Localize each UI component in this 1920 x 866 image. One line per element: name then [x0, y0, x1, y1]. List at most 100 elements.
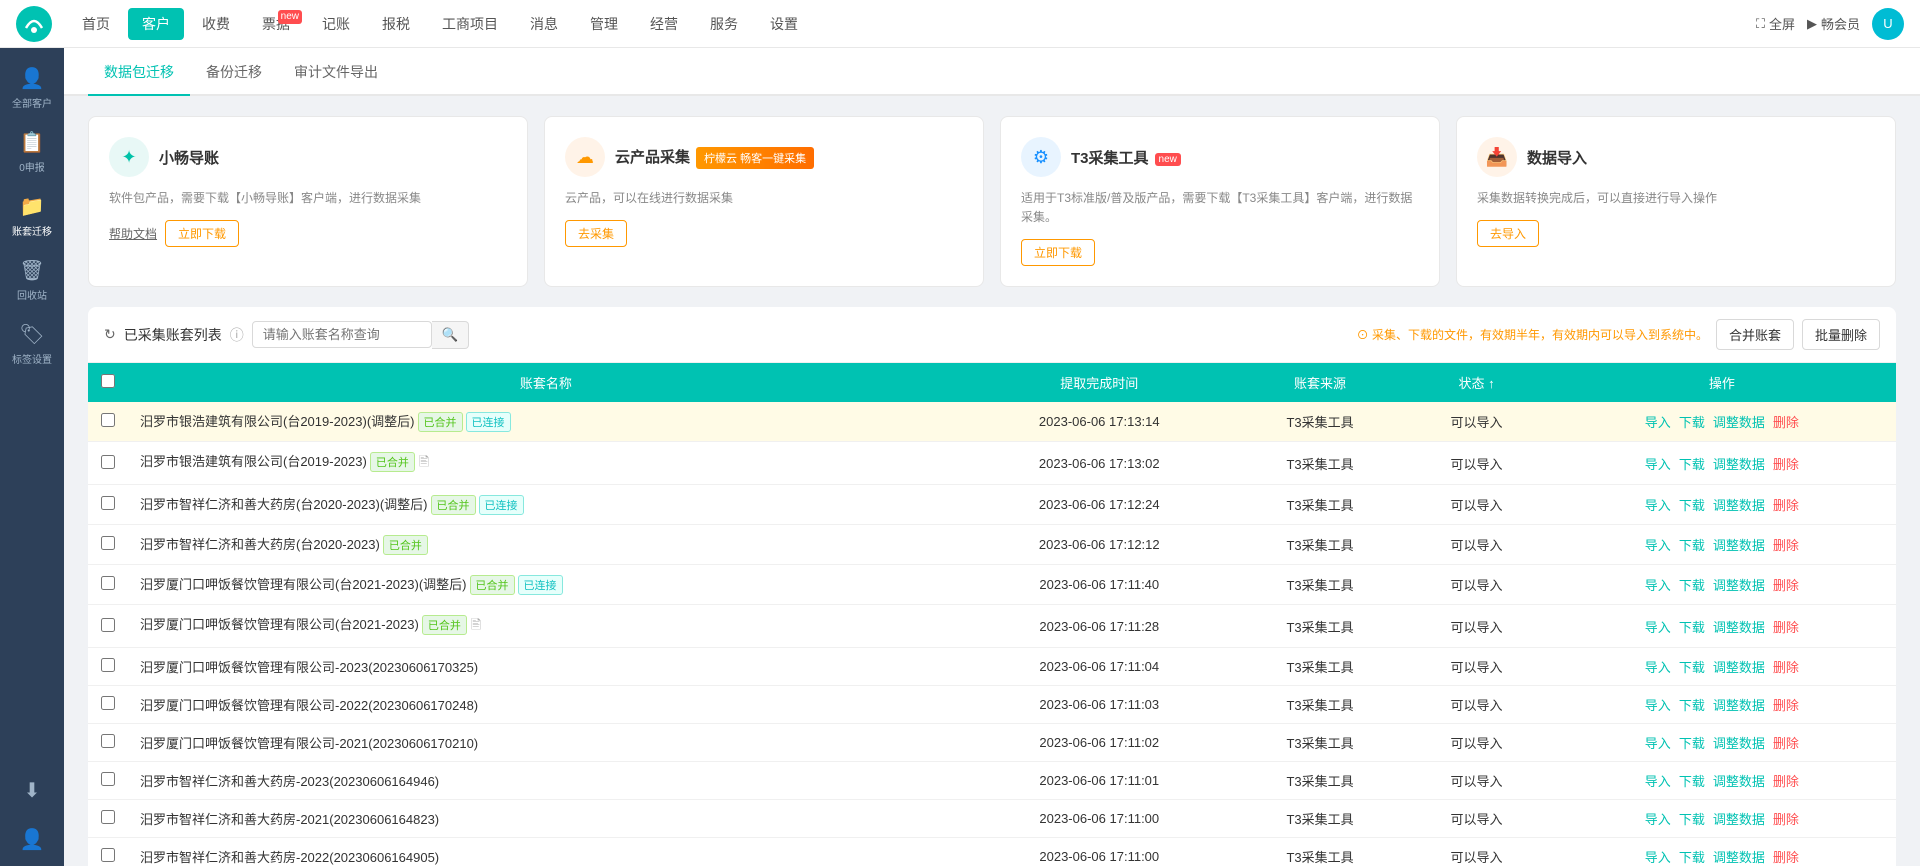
card-action-btn[interactable]: 去导入 [1477, 220, 1539, 247]
nav-item-管理[interactable]: 管理 [576, 8, 632, 40]
action-下载[interactable]: 下载 [1679, 415, 1705, 430]
action-导入[interactable]: 导入 [1645, 774, 1671, 789]
action-下载[interactable]: 下载 [1679, 538, 1705, 553]
action-导入[interactable]: 导入 [1645, 498, 1671, 513]
nav-item-工商项目[interactable]: 工商项目 [428, 8, 512, 40]
row-checkbox[interactable] [101, 455, 115, 469]
action-导入[interactable]: 导入 [1645, 415, 1671, 430]
action-删除[interactable]: 删除 [1773, 812, 1799, 827]
action-删除[interactable]: 删除 [1773, 620, 1799, 635]
action-调整数据[interactable]: 调整数据 [1713, 698, 1765, 713]
action-调整数据[interactable]: 调整数据 [1713, 620, 1765, 635]
action-调整数据[interactable]: 调整数据 [1713, 457, 1765, 472]
action-下载[interactable]: 下载 [1679, 620, 1705, 635]
row-checkbox[interactable] [101, 810, 115, 824]
action-下载[interactable]: 下载 [1679, 498, 1705, 513]
search-input[interactable] [252, 321, 432, 348]
nav-item-首页[interactable]: 首页 [68, 8, 124, 40]
select-all-checkbox[interactable] [101, 374, 115, 388]
sidebar-bottom-item[interactable]: 👤 [0, 817, 64, 862]
action-调整数据[interactable]: 调整数据 [1713, 774, 1765, 789]
nav-item-票据[interactable]: 票据new [248, 8, 304, 40]
action-删除[interactable]: 删除 [1773, 415, 1799, 430]
row-checkbox[interactable] [101, 618, 115, 632]
user-avatar[interactable]: U [1872, 8, 1904, 40]
action-删除[interactable]: 删除 [1773, 660, 1799, 675]
action-删除[interactable]: 删除 [1773, 578, 1799, 593]
action-删除[interactable]: 删除 [1773, 457, 1799, 472]
action-调整数据[interactable]: 调整数据 [1713, 498, 1765, 513]
action-导入[interactable]: 导入 [1645, 660, 1671, 675]
nav-item-客户[interactable]: 客户 [128, 8, 184, 40]
action-导入[interactable]: 导入 [1645, 850, 1671, 865]
action-删除[interactable]: 删除 [1773, 850, 1799, 865]
sidebar-bottom-item[interactable]: ⬇ [0, 768, 64, 813]
action-下载[interactable]: 下载 [1679, 774, 1705, 789]
row-checkbox[interactable] [101, 848, 115, 862]
nav-item-报税[interactable]: 报税 [368, 8, 424, 40]
nav-item-经营[interactable]: 经营 [636, 8, 692, 40]
row-checkbox[interactable] [101, 576, 115, 590]
card-action-btn[interactable]: 去采集 [565, 220, 627, 247]
tab-备份迁移[interactable]: 备份迁移 [190, 50, 278, 96]
row-checkbox[interactable] [101, 696, 115, 710]
nav-item-消息[interactable]: 消息 [516, 8, 572, 40]
fullscreen-btn[interactable]: ⛶ 全屏 [1756, 14, 1795, 33]
action-导入[interactable]: 导入 [1645, 736, 1671, 751]
action-调整数据[interactable]: 调整数据 [1713, 812, 1765, 827]
action-导入[interactable]: 导入 [1645, 698, 1671, 713]
sidebar-item-全部客户[interactable]: 👤全部客户 [0, 56, 64, 120]
action-导入[interactable]: 导入 [1645, 578, 1671, 593]
action-调整数据[interactable]: 调整数据 [1713, 415, 1765, 430]
action-调整数据[interactable]: 调整数据 [1713, 538, 1765, 553]
nav-item-收费[interactable]: 收费 [188, 8, 244, 40]
batch-delete-btn[interactable]: 批量删除 [1802, 319, 1880, 350]
sidebar-item-0申报[interactable]: 📋0申报 [0, 120, 64, 184]
card-action-btn[interactable]: 立即下载 [1021, 239, 1095, 266]
app-logo[interactable] [16, 6, 52, 42]
action-删除[interactable]: 删除 [1773, 774, 1799, 789]
action-调整数据[interactable]: 调整数据 [1713, 850, 1765, 865]
card-action-btn[interactable]: 立即下载 [165, 220, 239, 247]
search-button[interactable]: 🔍 [432, 321, 470, 349]
row-checkbox[interactable] [101, 658, 115, 672]
action-下载[interactable]: 下载 [1679, 578, 1705, 593]
refresh-icon[interactable]: ↻ [104, 326, 116, 343]
action-删除[interactable]: 删除 [1773, 736, 1799, 751]
action-导入[interactable]: 导入 [1645, 538, 1671, 553]
row-checkbox[interactable] [101, 734, 115, 748]
card-link[interactable]: 帮助文档 [109, 225, 157, 242]
action-删除[interactable]: 删除 [1773, 498, 1799, 513]
action-下载[interactable]: 下载 [1679, 812, 1705, 827]
tab-审计文件导出[interactable]: 审计文件导出 [278, 50, 394, 96]
tab-数据包迁移[interactable]: 数据包迁移 [88, 50, 190, 96]
action-下载[interactable]: 下载 [1679, 850, 1705, 865]
sidebar-item-标签设置[interactable]: 🏷标签设置 [0, 312, 64, 376]
action-调整数据[interactable]: 调整数据 [1713, 578, 1765, 593]
help-icon[interactable]: ⓘ [230, 325, 244, 345]
action-导入[interactable]: 导入 [1645, 620, 1671, 635]
member-btn[interactable]: ▶ 畅会员 [1807, 14, 1860, 33]
sidebar-item-账套迁移[interactable]: 📁账套迁移 [0, 184, 64, 248]
file-icon[interactable]: 🖹 [471, 617, 481, 632]
nav-item-服务[interactable]: 服务 [696, 8, 752, 40]
row-checkbox[interactable] [101, 496, 115, 510]
action-删除[interactable]: 删除 [1773, 538, 1799, 553]
file-icon[interactable]: 🖹 [419, 454, 429, 469]
action-下载[interactable]: 下载 [1679, 736, 1705, 751]
action-导入[interactable]: 导入 [1645, 812, 1671, 827]
row-checkbox[interactable] [101, 772, 115, 786]
nav-item-设置[interactable]: 设置 [756, 8, 812, 40]
row-checkbox[interactable] [101, 536, 115, 550]
action-调整数据[interactable]: 调整数据 [1713, 736, 1765, 751]
action-调整数据[interactable]: 调整数据 [1713, 660, 1765, 675]
nav-item-记账[interactable]: 记账 [308, 8, 364, 40]
merge-btn[interactable]: 合并账套 [1716, 319, 1794, 350]
action-导入[interactable]: 导入 [1645, 457, 1671, 472]
sidebar-item-回收站[interactable]: 🗑回收站 [0, 248, 64, 312]
action-下载[interactable]: 下载 [1679, 660, 1705, 675]
action-删除[interactable]: 删除 [1773, 698, 1799, 713]
action-下载[interactable]: 下载 [1679, 698, 1705, 713]
action-下载[interactable]: 下载 [1679, 457, 1705, 472]
row-checkbox[interactable] [101, 413, 115, 427]
